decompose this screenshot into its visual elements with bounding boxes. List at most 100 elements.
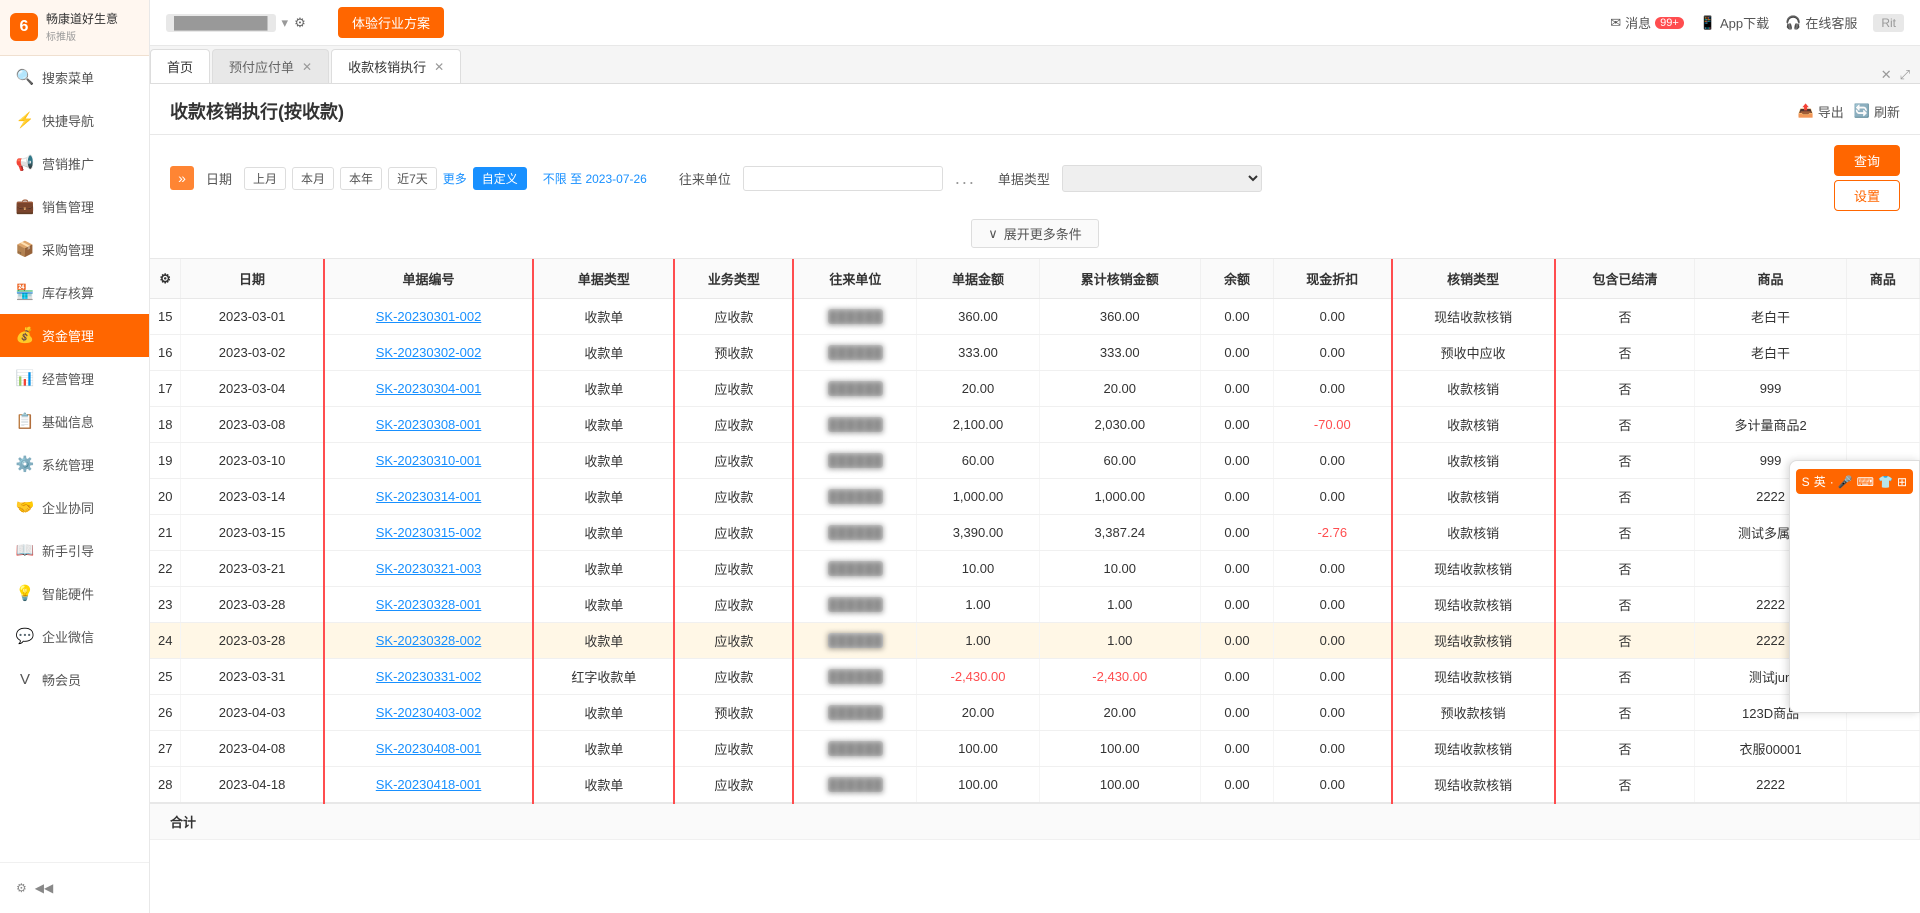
bill-no-link[interactable]: SK-20230331-002 <box>376 669 482 684</box>
sogou-input-btn[interactable]: S 英 · 🎤 ⌨ 👕 ⊞ <box>1796 469 1913 494</box>
cell-date: 2023-03-14 <box>181 479 324 515</box>
cell-no: 22 <box>150 551 181 587</box>
cell-goods1: 999 <box>1695 371 1847 407</box>
cell-date: 2023-03-28 <box>181 587 324 623</box>
cell-bill-no: SK-20230418-001 <box>324 767 534 804</box>
sidebar-item-13[interactable]: 💬企业微信 <box>0 615 149 658</box>
cell-cum-amount: 100.00 <box>1039 731 1200 767</box>
bill-no-link[interactable]: SK-20230310-001 <box>376 453 482 468</box>
sidebar-item-8[interactable]: 📋基础信息 <box>0 400 149 443</box>
message-label: 消息 <box>1625 13 1651 32</box>
bill-type-label: 单据类型 <box>998 169 1050 188</box>
tab-home[interactable]: 首页 <box>150 49 210 83</box>
sidebar-item-2[interactable]: 📢营销推广 <box>0 142 149 185</box>
more-date-btn[interactable]: 更多 <box>443 170 467 187</box>
cell-partner: ██████ <box>793 623 917 659</box>
sidebar-item-1[interactable]: ⚡快捷导航 <box>0 99 149 142</box>
sidebar-label-13: 企业微信 <box>42 627 94 646</box>
tab-writeoff[interactable]: 收款核销执行 ✕ <box>331 49 461 83</box>
filter-expand-button[interactable]: » <box>170 166 194 190</box>
cell-balance: 0.00 <box>1200 335 1273 371</box>
sidebar-item-0[interactable]: 🔍搜索菜单 <box>0 56 149 99</box>
partner-input[interactable] <box>743 166 943 191</box>
cell-partner: ██████ <box>793 695 917 731</box>
cell-no: 25 <box>150 659 181 695</box>
sidebar-bottom-label: ◀◀ <box>35 881 53 895</box>
user-avatar[interactable]: Rit <box>1873 14 1904 32</box>
cell-balance: 0.00 <box>1200 551 1273 587</box>
filter-row: » 日期 上月 本月 本年 近7天 更多 自定义 不限 至 2023-07-26… <box>170 145 1900 211</box>
this-year-btn[interactable]: 本年 <box>340 167 382 190</box>
cell-included: 否 <box>1555 695 1695 731</box>
cell-included: 否 <box>1555 335 1695 371</box>
bill-no-link[interactable]: SK-20230302-002 <box>376 345 482 360</box>
sidebar-item-11[interactable]: 📖新手引导 <box>0 529 149 572</box>
bill-no-link[interactable]: SK-20230418-001 <box>376 777 482 792</box>
last-month-btn[interactable]: 上月 <box>244 167 286 190</box>
bill-no-link[interactable]: SK-20230408-001 <box>376 741 482 756</box>
bill-no-link[interactable]: SK-20230315-002 <box>376 525 482 540</box>
custom-date-btn[interactable]: 自定义 <box>473 167 527 190</box>
sidebar-item-10[interactable]: 🤝企业协同 <box>0 486 149 529</box>
message-button[interactable]: ✉ 消息 99+ <box>1610 13 1684 32</box>
tab-writeoff-close[interactable]: ✕ <box>434 60 444 74</box>
this-month-btn[interactable]: 本月 <box>292 167 334 190</box>
bill-type-select[interactable] <box>1062 165 1262 192</box>
refresh-icon: 🔄 <box>1854 103 1870 119</box>
cell-cum-amount: 20.00 <box>1039 371 1200 407</box>
cell-amount: 360.00 <box>917 299 1039 335</box>
solution-button[interactable]: 体验行业方案 <box>338 7 444 38</box>
sidebar-item-7[interactable]: 📊经营管理 <box>0 357 149 400</box>
bill-no-link[interactable]: SK-20230308-001 <box>376 417 482 432</box>
expand-more-button[interactable]: ∨ 展开更多条件 <box>971 219 1099 248</box>
tab-prepay-close[interactable]: ✕ <box>302 60 312 74</box>
bill-no-link[interactable]: SK-20230328-001 <box>376 597 482 612</box>
export-button[interactable]: 📤 导出 <box>1798 102 1844 121</box>
refresh-button[interactable]: 🔄 刷新 <box>1854 102 1900 121</box>
tab-expand-icon[interactable]: ⤢ <box>1900 67 1910 83</box>
col-amount-header: 单据金额 <box>917 259 1039 299</box>
bill-no-link[interactable]: SK-20230328-002 <box>376 633 482 648</box>
sidebar-item-14[interactable]: V畅会员 <box>0 658 149 701</box>
sidebar-item-3[interactable]: 💼销售管理 <box>0 185 149 228</box>
cell-partner: ██████ <box>793 767 917 804</box>
cell-cum-amount: 3,387.24 <box>1039 515 1200 551</box>
sidebar-item-6[interactable]: 💰资金管理 <box>0 314 149 357</box>
more-filters-dots[interactable]: ... <box>955 168 976 189</box>
bill-no-link[interactable]: SK-20230304-001 <box>376 381 482 396</box>
dropdown-icon[interactable]: ▾ <box>282 15 289 31</box>
cell-writeoff-type: 现结收款核销 <box>1392 767 1555 804</box>
sidebar-label-1: 快捷导航 <box>42 111 94 130</box>
sidebar-item-12[interactable]: 💡智能硬件 <box>0 572 149 615</box>
col-settings-header[interactable]: ⚙ <box>150 259 181 299</box>
cell-amount: 20.00 <box>917 371 1039 407</box>
bill-no-link[interactable]: SK-20230314-001 <box>376 489 482 504</box>
cell-writeoff-type: 现结收款核销 <box>1392 659 1555 695</box>
settings-button[interactable]: 设置 <box>1834 180 1900 211</box>
tab-close-all-icon[interactable]: ✕ <box>1881 67 1892 83</box>
cell-included: 否 <box>1555 299 1695 335</box>
col-goods2-header: 商品 <box>1846 259 1919 299</box>
cell-cum-amount: 10.00 <box>1039 551 1200 587</box>
sidebar-item-5[interactable]: 🏪库存核算 <box>0 271 149 314</box>
export-label: 导出 <box>1818 102 1844 121</box>
sidebar-item-4[interactable]: 📦采购管理 <box>0 228 149 271</box>
cell-date: 2023-03-15 <box>181 515 324 551</box>
bill-no-link[interactable]: SK-20230403-002 <box>376 705 482 720</box>
cell-cash-discount: 0.00 <box>1274 479 1392 515</box>
settings-icon[interactable]: ⚙ <box>294 15 306 31</box>
sidebar-settings[interactable]: ⚙ ◀◀ <box>0 873 149 903</box>
sidebar-item-9[interactable]: ⚙️系统管理 <box>0 443 149 486</box>
cell-bill-type: 红字收款单 <box>533 659 674 695</box>
last-7days-btn[interactable]: 近7天 <box>388 167 437 190</box>
sidebar-icon-10: 🤝 <box>16 498 34 516</box>
cell-date: 2023-03-21 <box>181 551 324 587</box>
cell-balance: 0.00 <box>1200 407 1273 443</box>
online-service-button[interactable]: 🎧 在线客服 <box>1785 13 1857 32</box>
bill-no-link[interactable]: SK-20230301-002 <box>376 309 482 324</box>
app-download-button[interactable]: 📱 App下载 <box>1700 13 1769 32</box>
sogou-label: 英 <box>1814 473 1826 490</box>
query-button[interactable]: 查询 <box>1834 145 1900 176</box>
bill-no-link[interactable]: SK-20230321-003 <box>376 561 482 576</box>
tab-prepay[interactable]: 预付应付单 ✕ <box>212 49 329 83</box>
